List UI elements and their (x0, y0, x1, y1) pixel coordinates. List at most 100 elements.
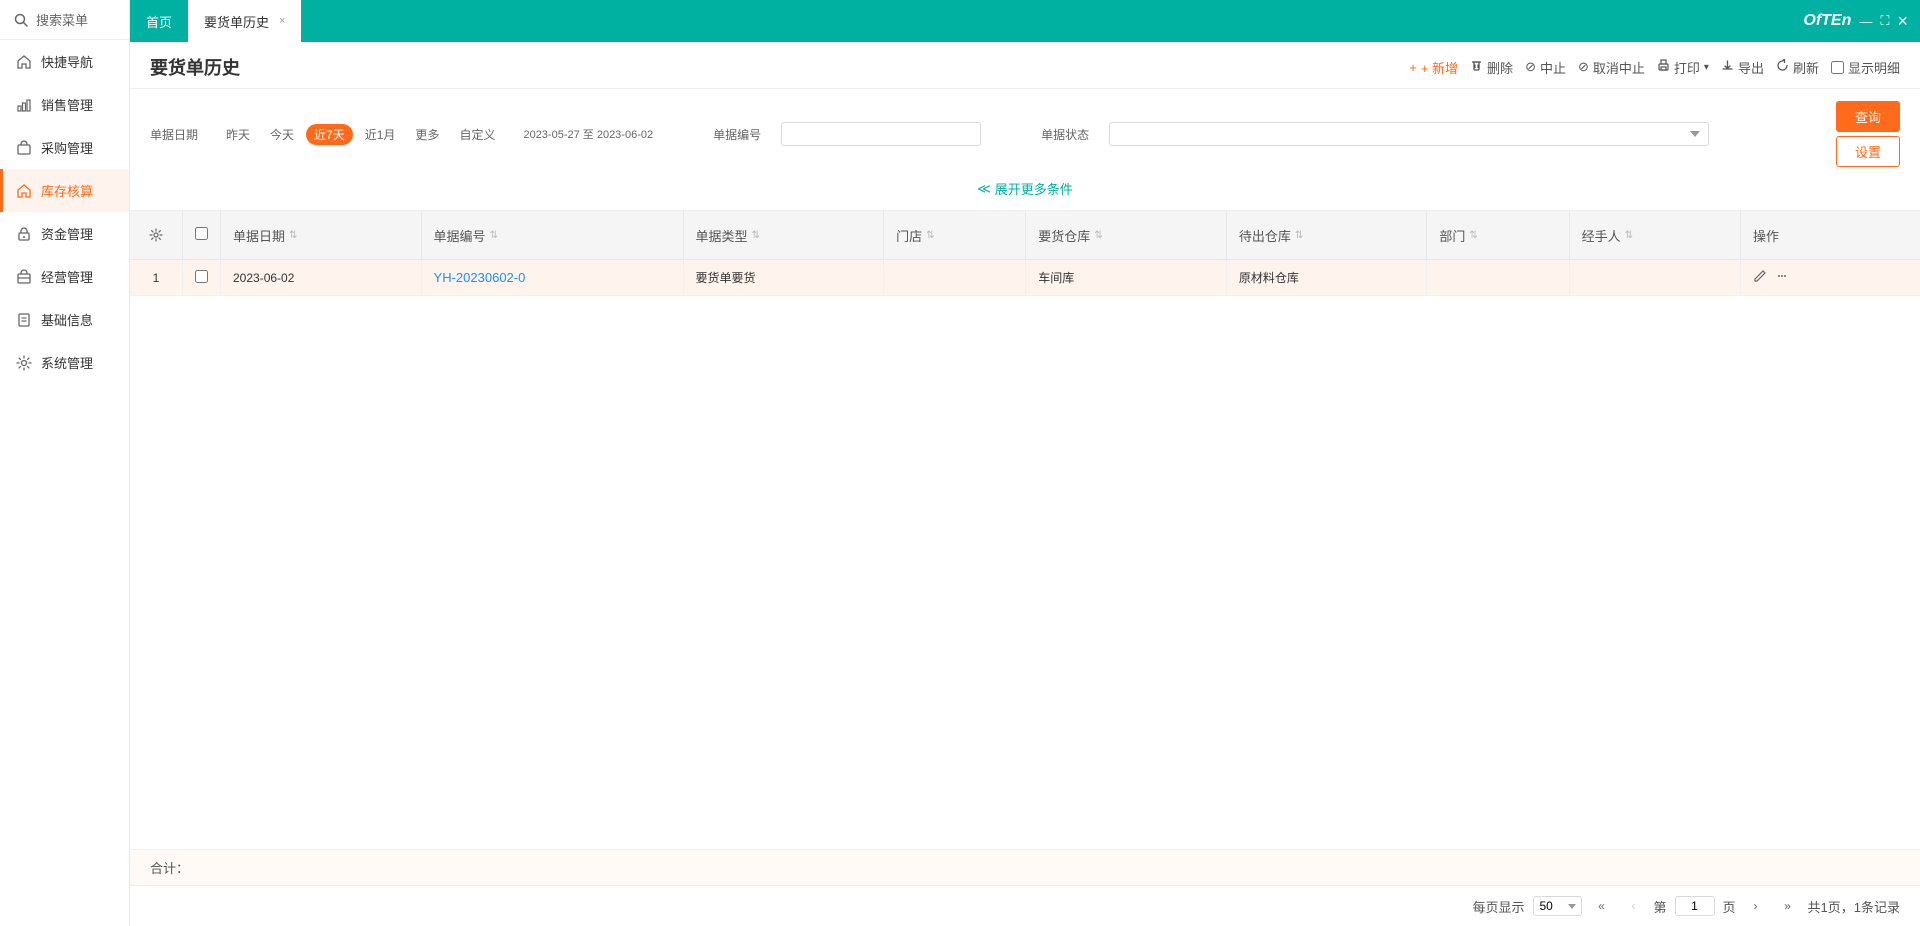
th-store[interactable]: 门店⇅ (884, 211, 1026, 260)
display-detail-checkbox[interactable] (1831, 61, 1844, 74)
expand-more-button[interactable]: ≪ 展开更多条件 (977, 179, 1073, 198)
sidebar-item-sales[interactable]: 销售管理 (0, 83, 129, 126)
print-dropdown-icon[interactable]: ▾ (1704, 62, 1709, 73)
export-button[interactable]: 导出 (1721, 58, 1764, 77)
date-btn-today[interactable]: 今天 (262, 124, 302, 145)
table-settings-icon[interactable] (142, 221, 170, 249)
delete-icon (1470, 59, 1483, 75)
cancel-stop-button[interactable]: ⊘ 取消中止 (1578, 58, 1645, 77)
sidebar-item-purchase[interactable]: 采购管理 (0, 126, 129, 169)
first-page-btn[interactable]: « (1590, 894, 1614, 918)
th-bill-type[interactable]: 单据类型⇅ (683, 211, 884, 260)
table-row: 1 2023-06-02 YH-20230602-0 要货单要货 车间库 原材料… (130, 260, 1920, 296)
date-filter-label: 单据日期 (150, 126, 198, 143)
th-handler[interactable]: 经手人⇅ (1569, 211, 1740, 260)
expand-label: 展开更多条件 (995, 179, 1073, 198)
bill-no-input[interactable] (781, 122, 981, 146)
new-label: + 新增 (1421, 58, 1458, 77)
sidebar-item-inventory[interactable]: 库存核算 (0, 169, 129, 212)
sort-type-icon: ⇅ (752, 230, 760, 241)
delete-button[interactable]: 删除 (1470, 58, 1513, 77)
bill-no-link[interactable]: YH-20230602-0 (434, 270, 526, 285)
lock-icon (15, 225, 33, 243)
requisition-table: 单据日期⇅ 单据编号⇅ 单据类型⇅ 门店⇅ 要货仓库⇅ (130, 211, 1920, 296)
row-checkbox[interactable] (195, 270, 208, 283)
sidebar-item-system[interactable]: 系统管理 (0, 341, 129, 384)
cell-checkbox[interactable] (183, 260, 221, 296)
sidebar-item-label: 经营管理 (41, 267, 93, 286)
briefcase-icon (15, 268, 33, 286)
prev-page-btn[interactable]: ‹ (1622, 894, 1646, 918)
date-btn-custom[interactable]: 自定义 (451, 124, 503, 145)
refresh-label: 刷新 (1793, 58, 1819, 77)
tab-home[interactable]: 首页 (130, 0, 188, 42)
more-icon[interactable] (1775, 269, 1789, 286)
edit-icon[interactable] (1753, 269, 1767, 286)
query-button[interactable]: 查询 (1836, 101, 1900, 132)
cell-date: 2023-06-02 (221, 260, 422, 296)
sidebar-item-label: 销售管理 (41, 95, 93, 114)
maximize-btn[interactable]: ⛶ (1880, 13, 1889, 29)
date-btn-more[interactable]: 更多 (407, 124, 447, 145)
th-pending-warehouse[interactable]: 待出仓库⇅ (1226, 211, 1427, 260)
select-all-checkbox[interactable] (195, 227, 208, 240)
cell-handler (1569, 260, 1740, 296)
status-select[interactable] (1109, 122, 1709, 146)
sidebar-item-label: 库存核算 (41, 181, 93, 200)
close-btn[interactable]: × (1897, 11, 1908, 32)
date-btn-yesterday[interactable]: 昨天 (218, 124, 258, 145)
tab-close-icon[interactable]: × (279, 15, 285, 27)
filter-bar: 单据日期 昨天 今天 近7天 近1月 更多 自定义 2023-05-27 至 2… (130, 89, 1920, 211)
refresh-button[interactable]: 刷新 (1776, 58, 1819, 77)
status-label: 单据状态 (1041, 126, 1089, 143)
stop-label: 中止 (1540, 58, 1566, 77)
last-page-btn[interactable]: » (1776, 894, 1800, 918)
gear-icon (15, 354, 33, 372)
content-area: 要货单历史 + + 新增 删除 ⊘ 中止 ⊘ 取消 (130, 42, 1920, 926)
sidebar-item-finance[interactable]: 资金管理 (0, 212, 129, 255)
print-icon (1657, 59, 1670, 75)
sidebar-search[interactable]: 搜索菜单 (0, 0, 129, 40)
th-action: 操作 (1740, 211, 1920, 260)
chart-icon (15, 96, 33, 114)
sidebar-search-label: 搜索菜单 (36, 10, 88, 29)
date-btn-7days[interactable]: 近7天 (306, 124, 353, 145)
date-range-display: 2023-05-27 至 2023-06-02 (523, 126, 653, 142)
minimize-btn[interactable]: — (1859, 14, 1872, 29)
plus-icon: + (1409, 60, 1417, 75)
sidebar-item-basic[interactable]: 基础信息 (0, 298, 129, 341)
search-icon (12, 11, 30, 29)
page-number-input[interactable] (1675, 896, 1715, 916)
sort-reqwh-icon: ⇅ (1094, 230, 1102, 241)
display-detail-toggle[interactable]: 显示明细 (1831, 58, 1900, 77)
export-label: 导出 (1738, 58, 1764, 77)
sidebar-item-operations[interactable]: 经营管理 (0, 255, 129, 298)
page-size-select[interactable]: 50 10 20 100 (1533, 896, 1582, 916)
th-req-warehouse[interactable]: 要货仓库⇅ (1026, 211, 1227, 260)
tab-active-label: 要货单历史 (204, 12, 269, 31)
summary-label: 合计： (150, 861, 189, 876)
table-body: 1 2023-06-02 YH-20230602-0 要货单要货 车间库 原材料… (130, 260, 1920, 296)
sidebar-item-label: 系统管理 (41, 353, 93, 372)
filter-row-1: 单据日期 昨天 今天 近7天 近1月 更多 自定义 2023-05-27 至 2… (150, 101, 1900, 167)
topbar: 首页 要货单历史 × OfTEn — ⛶ × (130, 0, 1920, 42)
footer-summary: 合计： (130, 849, 1920, 885)
setting-button[interactable]: 设置 (1836, 136, 1900, 167)
new-button[interactable]: + + 新增 (1409, 58, 1458, 77)
cell-bill-no: YH-20230602-0 (421, 260, 683, 296)
sidebar-item-label: 快捷导航 (41, 52, 93, 71)
print-button[interactable]: 打印 ▾ (1657, 58, 1709, 77)
th-bill-no[interactable]: 单据编号⇅ (421, 211, 683, 260)
tab-requisition-history[interactable]: 要货单历史 × (188, 0, 301, 42)
cancel-stop-icon: ⊘ (1578, 59, 1589, 75)
stop-button[interactable]: ⊘ 中止 (1525, 58, 1566, 77)
cancel-stop-label: 取消中止 (1593, 58, 1645, 77)
table-header: 单据日期⇅ 单据编号⇅ 单据类型⇅ 门店⇅ 要货仓库⇅ (130, 211, 1920, 260)
cell-store (884, 260, 1026, 296)
date-btn-1month[interactable]: 近1月 (357, 124, 404, 145)
th-dept[interactable]: 部门⇅ (1427, 211, 1569, 260)
th-checkbox (183, 211, 221, 260)
next-page-btn[interactable]: › (1744, 894, 1768, 918)
sidebar-item-shortcuts[interactable]: 快捷导航 (0, 40, 129, 83)
th-date[interactable]: 单据日期⇅ (221, 211, 422, 260)
